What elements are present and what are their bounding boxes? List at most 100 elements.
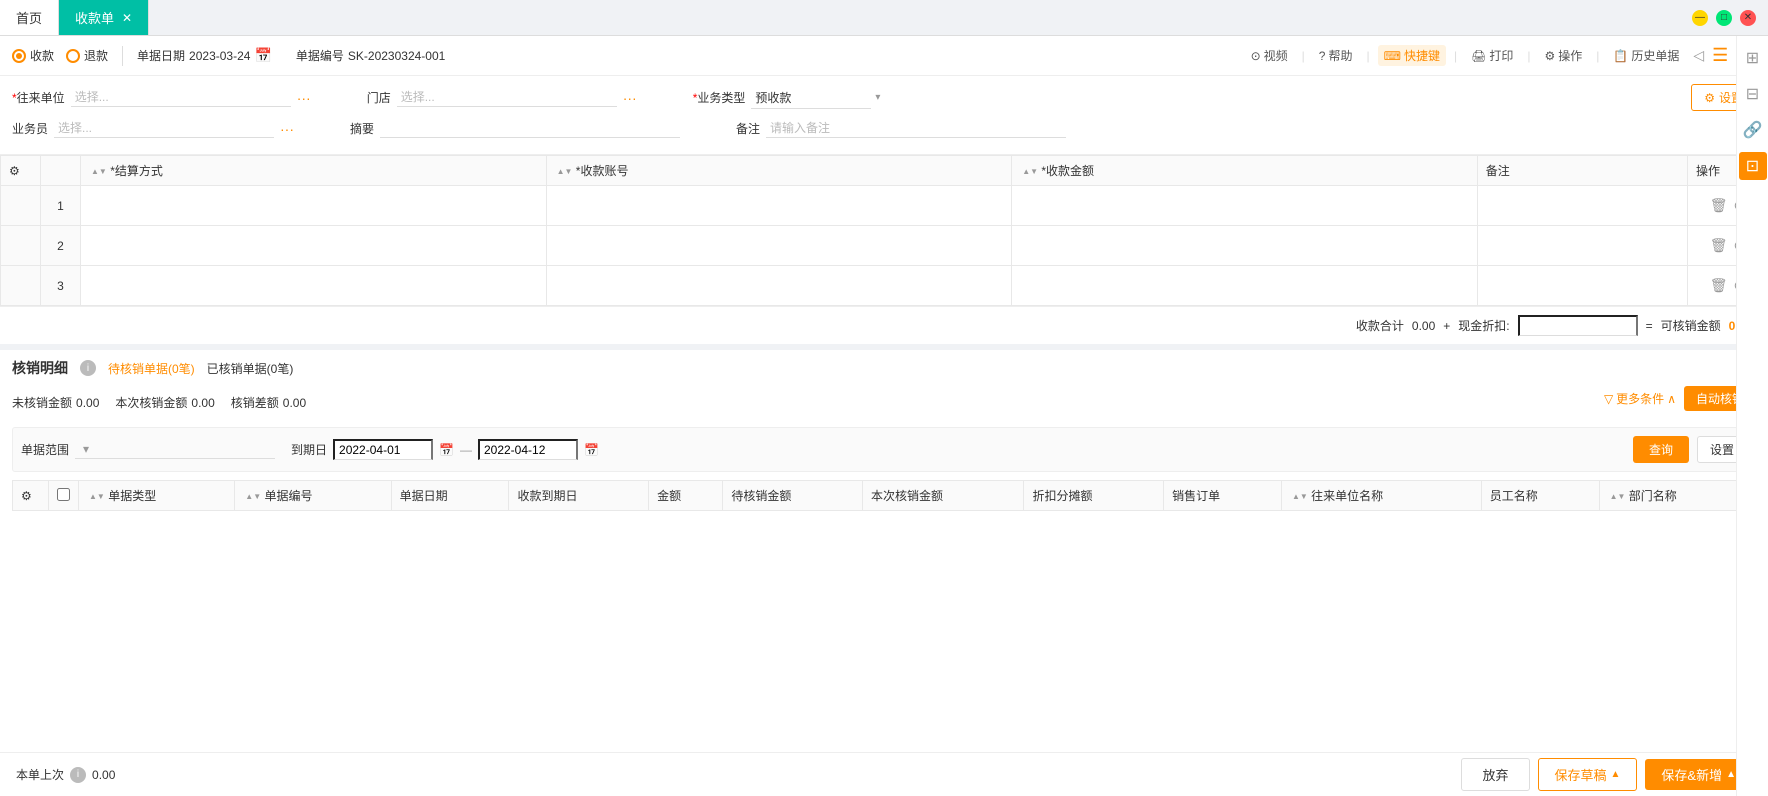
print-button[interactable]: 🖨 打印 xyxy=(1465,45,1519,66)
form-row-1: *往来单位 ··· 门店 ··· *业务类型 预收款 ▾ ⚙ 设置 xyxy=(12,84,1756,111)
business-type-label: *业务类型 xyxy=(693,89,746,106)
minimize-button[interactable]: — xyxy=(1692,10,1708,26)
more-conditions-button[interactable]: ▽ 更多条件 ∧ xyxy=(1604,390,1676,407)
summary-row: 收款合计 0.00 + 现金折扣: = 可核销金额 0.00 xyxy=(0,306,1768,344)
store-input[interactable] xyxy=(397,88,617,107)
cell-account-2[interactable] xyxy=(546,226,1012,266)
tab-home[interactable]: 首页 xyxy=(0,0,59,35)
bt-gear-icon[interactable]: ⚙ xyxy=(21,489,32,503)
right-panel-scan-icon[interactable]: ⊡ xyxy=(1739,152,1767,180)
cell-gear-1 xyxy=(1,186,41,226)
operation-button[interactable]: ⚙ 操作 xyxy=(1538,45,1588,66)
delete-row-2-icon[interactable]: 🗑 xyxy=(1710,237,1728,254)
cell-settlement-3[interactable] xyxy=(81,266,547,306)
maximize-button[interactable]: □ xyxy=(1716,10,1732,26)
right-panel-copy-icon[interactable]: ⊟ xyxy=(1739,80,1767,108)
close-button[interactable]: ✕ xyxy=(1740,10,1756,26)
help-button[interactable]: ? 帮助 xyxy=(1313,45,1359,66)
view-list-icon[interactable]: ☰ xyxy=(1712,45,1728,66)
counterparty-more-icon[interactable]: ··· xyxy=(297,90,311,106)
range-select[interactable]: ▾ xyxy=(75,440,275,459)
doc-date-label: 单据日期 xyxy=(137,47,185,64)
cell-remark-2[interactable] xyxy=(1477,226,1687,266)
store-more-icon[interactable]: ··· xyxy=(623,90,637,106)
table-body: 1 🗑 ⊕ 2 xyxy=(1,186,1768,306)
date-from-input[interactable] xyxy=(333,439,433,460)
window-controls: — □ ✕ xyxy=(1692,10,1768,26)
save-new-arrow-icon[interactable]: ▲ xyxy=(1726,769,1736,780)
salesperson-more-icon[interactable]: ··· xyxy=(280,121,294,137)
salesperson-input[interactable] xyxy=(54,119,274,138)
toolbar: 收款 退款 单据日期 2023-03-24 📅 单据编号 SK-20230324… xyxy=(0,36,1768,76)
business-type-field: *业务类型 预收款 ▾ xyxy=(693,87,881,109)
cell-amount-3[interactable] xyxy=(1012,266,1478,306)
btcol-pending: 待核销金额 xyxy=(723,481,863,511)
sort-arrows-amount: ▲▼ xyxy=(1022,167,1038,176)
nav-prev-icon[interactable]: ◁ xyxy=(1693,47,1704,64)
bottom-table: ⚙ ▲▼ 单据类型 ▲▼ 单据编号 单据日期 收款到期日 金额 xyxy=(12,480,1756,511)
summary-input[interactable] xyxy=(380,119,680,138)
summary-field: 摘要 xyxy=(350,119,680,138)
toolbar-right: ⊙ 视频 | ? 帮助 | ⌨ 快捷键 | 🖨 打印 | ⚙ 操作 | 📋 历史… xyxy=(1245,45,1756,66)
right-panel: ⊞ ⊟ 🔗 ⊡ xyxy=(1736,36,1768,796)
cell-account-3[interactable] xyxy=(546,266,1012,306)
cash-discount-input[interactable] xyxy=(1518,315,1638,336)
footer-right: 放弃 保存草稿 ▲ 保存&新增 ▲ xyxy=(1461,758,1752,791)
stat-uncleared-label: 未核销金额 xyxy=(12,394,72,411)
date-separator: — xyxy=(460,443,472,457)
shortcut-button[interactable]: ⌨ 快捷键 xyxy=(1378,45,1446,66)
date-from-calendar-icon[interactable]: 📅 xyxy=(439,443,454,457)
date-to-input[interactable] xyxy=(478,439,578,460)
pending-tab[interactable]: 待核销单据(0笔) xyxy=(108,360,195,377)
done-tab[interactable]: 已核销单据(0笔) xyxy=(207,360,294,377)
btcol-doc-type: ▲▼ 单据类型 xyxy=(79,481,235,511)
cell-remark-3[interactable] xyxy=(1477,266,1687,306)
cell-amount-2[interactable] xyxy=(1012,226,1478,266)
writeoff-info-icon[interactable]: i xyxy=(80,360,96,376)
radio-refund[interactable]: 退款 xyxy=(66,47,108,64)
business-type-arrow[interactable]: ▾ xyxy=(875,92,880,103)
save-draft-button[interactable]: 保存草稿 ▲ xyxy=(1538,758,1638,791)
discount-label: 现金折扣: xyxy=(1458,317,1509,334)
select-all-checkbox[interactable] xyxy=(57,488,70,501)
video-button[interactable]: ⊙ 视频 xyxy=(1245,45,1294,66)
doc-no-field: 单据编号 SK-20230324-001 xyxy=(296,47,445,64)
history-button[interactable]: 📋 历史单据 xyxy=(1607,45,1685,66)
counterparty-input[interactable] xyxy=(71,88,291,107)
doc-no-label: 单据编号 xyxy=(296,47,344,64)
business-type-select[interactable]: 预收款 ▾ xyxy=(751,87,880,109)
footer-info-icon[interactable]: i xyxy=(70,767,86,783)
cell-remark-1[interactable] xyxy=(1477,186,1687,226)
cell-settlement-2[interactable] xyxy=(81,226,547,266)
stat-uncleared-value: 0.00 xyxy=(76,396,99,410)
cell-account-1[interactable] xyxy=(546,186,1012,226)
tab-receipt-close[interactable]: ✕ xyxy=(122,11,132,25)
bt-sort-dept: ▲▼ xyxy=(1610,492,1626,501)
btcol-sales-order: 销售订单 xyxy=(1164,481,1282,511)
page-footer: 本单上次 i 0.00 放弃 保存草稿 ▲ 保存&新增 ▲ xyxy=(0,752,1768,796)
gear-icon[interactable]: ⚙ xyxy=(9,164,20,178)
radio-refund-dot xyxy=(66,49,80,63)
delete-row-1-icon[interactable]: 🗑 xyxy=(1710,197,1728,214)
query-button[interactable]: 查询 xyxy=(1633,436,1689,463)
cell-amount-1[interactable] xyxy=(1012,186,1478,226)
cell-settlement-1[interactable] xyxy=(81,186,547,226)
net-label: 可核销金额 xyxy=(1661,317,1721,334)
range-arrow-icon[interactable]: ▾ xyxy=(83,442,89,456)
btcol-department: ▲▼ 部门名称 xyxy=(1599,481,1755,511)
radio-receipt[interactable]: 收款 xyxy=(12,47,54,64)
remark-input[interactable] xyxy=(766,119,1066,138)
save-draft-arrow-icon[interactable]: ▲ xyxy=(1611,769,1621,780)
btcol-employee: 员工名称 xyxy=(1481,481,1599,511)
delete-row-3-icon[interactable]: 🗑 xyxy=(1710,277,1728,294)
btcol-writeoff-amount: 本次核销金额 xyxy=(863,481,1024,511)
right-panel-table-icon[interactable]: ⊞ xyxy=(1739,44,1767,72)
date-to-calendar-icon[interactable]: 📅 xyxy=(584,443,599,457)
right-panel-link-icon[interactable]: 🔗 xyxy=(1739,116,1767,144)
tab-receipt[interactable]: 收款单 ✕ xyxy=(59,0,149,35)
doc-date-calendar-icon[interactable]: 📅 xyxy=(254,47,271,64)
writeoff-stats: 未核销金额 0.00 本次核销金额 0.00 核销差额 0.00 ▽ 更多条件 … xyxy=(12,386,1756,419)
abandon-button[interactable]: 放弃 xyxy=(1461,758,1529,791)
btcol-due-date: 收款到期日 xyxy=(509,481,649,511)
remark-field: 备注 xyxy=(736,119,1066,138)
